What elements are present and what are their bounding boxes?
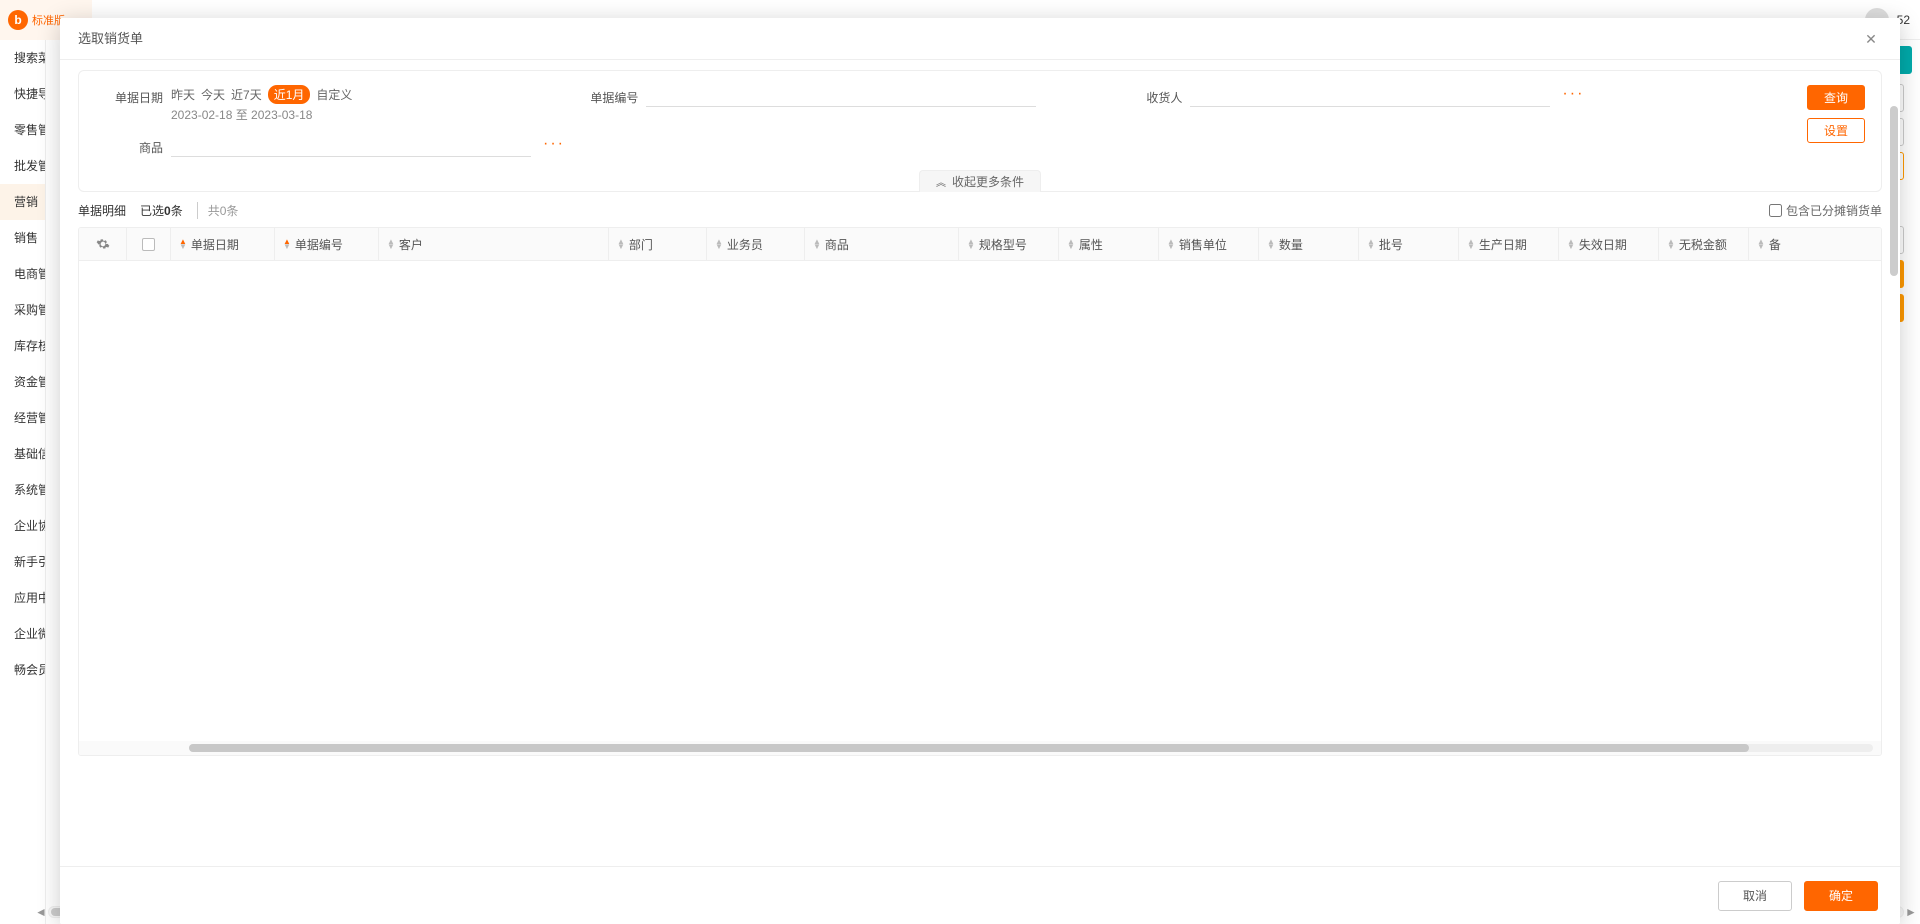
selected-count: 已选0条 xyxy=(140,202,183,219)
grid-column-header[interactable]: ▲▼ 批号 xyxy=(1359,228,1459,260)
sort-icon: ▲▼ xyxy=(1757,239,1765,249)
filter-receiver: 收货人 ··· xyxy=(1116,85,1588,107)
sort-icon: ▲▼ xyxy=(813,239,821,249)
grid-column-label: 业务员 xyxy=(727,236,763,253)
grid-column-header[interactable]: ▲▼ 生产日期 xyxy=(1459,228,1559,260)
grid-column-label: 批号 xyxy=(1379,236,1403,253)
grid-column-header[interactable]: ▲▼ 数量 xyxy=(1259,228,1359,260)
sort-icon: ▲▼ xyxy=(1267,239,1275,249)
grid-column-label: 单据日期 xyxy=(191,236,239,253)
modal-vscrollbar[interactable] xyxy=(1890,60,1898,866)
grid-column-label: 单据编号 xyxy=(295,236,343,253)
modal-vscroll-thumb[interactable] xyxy=(1890,106,1898,276)
date-quick-option[interactable]: 昨天 xyxy=(171,86,195,103)
gear-icon xyxy=(96,237,110,251)
grid-column-header[interactable]: ▲▼ 商品 xyxy=(805,228,959,260)
grid-column-header[interactable]: ▲▼ 销售单位 xyxy=(1159,228,1259,260)
product-input[interactable] xyxy=(171,135,531,157)
sort-icon: ▲▼ xyxy=(1367,239,1375,249)
filter-order-no: 单据编号 xyxy=(572,85,1036,107)
close-icon: ✕ xyxy=(1865,18,1877,60)
filter-panel: 单据日期 昨天今天近7天近1月自定义 2023-02-18 至 2023-03-… xyxy=(78,70,1882,192)
filter-order-no-label: 单据编号 xyxy=(572,85,638,106)
grid-column-header[interactable]: ▲▼ 失效日期 xyxy=(1559,228,1659,260)
select-sales-order-modal: 选取销货单 ✕ 单据日期 昨天今天近7天近1月自定义 2023-02-18 至 … xyxy=(60,18,1900,924)
settings-button[interactable]: 设置 xyxy=(1807,118,1865,143)
sort-icon: ▲▼ xyxy=(387,239,395,249)
grid-column-header[interactable]: ▲▼ 单据日期 xyxy=(171,228,275,260)
date-quick-option[interactable]: 今天 xyxy=(201,86,225,103)
include-split-checkbox[interactable]: 包含已分摊销货单 xyxy=(1769,202,1882,219)
date-quick-option[interactable]: 近1月 xyxy=(268,85,311,104)
grid-config-button[interactable] xyxy=(79,228,127,260)
list-header: 单据明细 已选0条 共0条 包含已分摊销货单 xyxy=(70,202,1890,227)
grid-column-label: 商品 xyxy=(825,236,849,253)
collapse-label: 收起更多条件 xyxy=(952,173,1024,190)
sort-icon: ▲▼ xyxy=(617,239,625,249)
sort-icon: ▲▼ xyxy=(1067,239,1075,249)
filter-date-label: 单据日期 xyxy=(97,85,163,106)
grid-hscrollbar[interactable] xyxy=(79,741,1881,755)
grid-column-label: 备 xyxy=(1769,236,1781,253)
grid-column-label: 部门 xyxy=(629,236,653,253)
sort-icon: ▲▼ xyxy=(1467,239,1475,249)
include-split-input[interactable] xyxy=(1769,204,1782,217)
grid-column-label: 失效日期 xyxy=(1579,236,1627,253)
grid-column-label: 客户 xyxy=(399,236,423,253)
date-quick-options: 昨天今天近7天近1月自定义 xyxy=(171,85,352,104)
sort-icon: ▲▼ xyxy=(283,239,291,249)
sort-icon: ▲▼ xyxy=(1567,239,1575,249)
receiver-input[interactable] xyxy=(1190,85,1550,107)
sort-icon: ▲▼ xyxy=(1667,239,1675,249)
modal-body: 单据日期 昨天今天近7天近1月自定义 2023-02-18 至 2023-03-… xyxy=(60,60,1900,866)
grid-hscroll-thumb[interactable] xyxy=(189,744,1749,752)
grid-body-empty xyxy=(79,261,1881,741)
grid-column-label: 生产日期 xyxy=(1479,236,1527,253)
collapse-filters-button[interactable]: ︽ 收起更多条件 xyxy=(919,170,1041,192)
grid-column-label: 销售单位 xyxy=(1179,236,1227,253)
date-quick-option[interactable]: 近7天 xyxy=(231,86,262,103)
grid-column-label: 规格型号 xyxy=(979,236,1027,253)
date-range-text: 2023-02-18 至 2023-03-18 xyxy=(171,106,352,123)
total-count: 共0条 xyxy=(197,202,239,219)
search-button[interactable]: 查询 xyxy=(1807,85,1865,110)
grid-column-header[interactable]: ▲▼ 备 xyxy=(1749,228,1797,260)
grid-column-header[interactable]: ▲▼ 属性 xyxy=(1059,228,1159,260)
sort-icon: ▲▼ xyxy=(967,239,975,249)
filter-product: 商品 ··· xyxy=(125,135,569,157)
grid-column-header[interactable]: ▲▼ 部门 xyxy=(609,228,707,260)
grid-column-header[interactable]: ▲▼ 规格型号 xyxy=(959,228,1059,260)
filter-date: 单据日期 昨天今天近7天近1月自定义 2023-02-18 至 2023-03-… xyxy=(97,85,352,123)
grid-header: ▲▼单据日期▲▼单据编号▲▼客户▲▼部门▲▼业务员▲▼商品▲▼规格型号▲▼属性▲… xyxy=(79,228,1881,261)
grid-column-label: 数量 xyxy=(1279,236,1303,253)
list-tab[interactable]: 单据明细 xyxy=(78,202,126,219)
modal-header: 选取销货单 ✕ xyxy=(60,18,1900,60)
grid-column-header[interactable]: ▲▼ 单据编号 xyxy=(275,228,379,260)
grid-column-label: 属性 xyxy=(1079,236,1103,253)
filter-product-label: 商品 xyxy=(125,135,163,156)
receiver-more-button[interactable]: ··· xyxy=(1558,85,1588,103)
confirm-button[interactable]: 确定 xyxy=(1804,881,1878,911)
product-more-button[interactable]: ··· xyxy=(539,135,569,153)
modal-close-button[interactable]: ✕ xyxy=(1860,28,1882,50)
grid-column-header[interactable]: ▲▼ 无税金额 xyxy=(1659,228,1749,260)
modal-footer: 取消 确定 xyxy=(60,866,1900,924)
filter-buttons: 查询 设置 xyxy=(1807,85,1865,143)
grid-select-all[interactable] xyxy=(127,228,171,260)
modal-title: 选取销货单 xyxy=(78,18,143,60)
grid-column-header[interactable]: ▲▼ 客户 xyxy=(379,228,609,260)
date-quick-option[interactable]: 自定义 xyxy=(316,86,352,103)
grid-column-header[interactable]: ▲▼ 业务员 xyxy=(707,228,805,260)
order-no-input[interactable] xyxy=(646,85,1036,107)
filter-receiver-label: 收货人 xyxy=(1116,85,1182,106)
sort-icon: ▲▼ xyxy=(715,239,723,249)
include-split-label: 包含已分摊销货单 xyxy=(1786,202,1882,219)
grid: ▲▼单据日期▲▼单据编号▲▼客户▲▼部门▲▼业务员▲▼商品▲▼规格型号▲▼属性▲… xyxy=(78,227,1882,756)
cancel-button[interactable]: 取消 xyxy=(1718,881,1792,911)
chevron-up-icon: ︽ xyxy=(936,174,946,189)
grid-column-label: 无税金额 xyxy=(1679,236,1727,253)
sort-icon: ▲▼ xyxy=(179,239,187,249)
checkbox-icon xyxy=(142,238,155,251)
sort-icon: ▲▼ xyxy=(1167,239,1175,249)
